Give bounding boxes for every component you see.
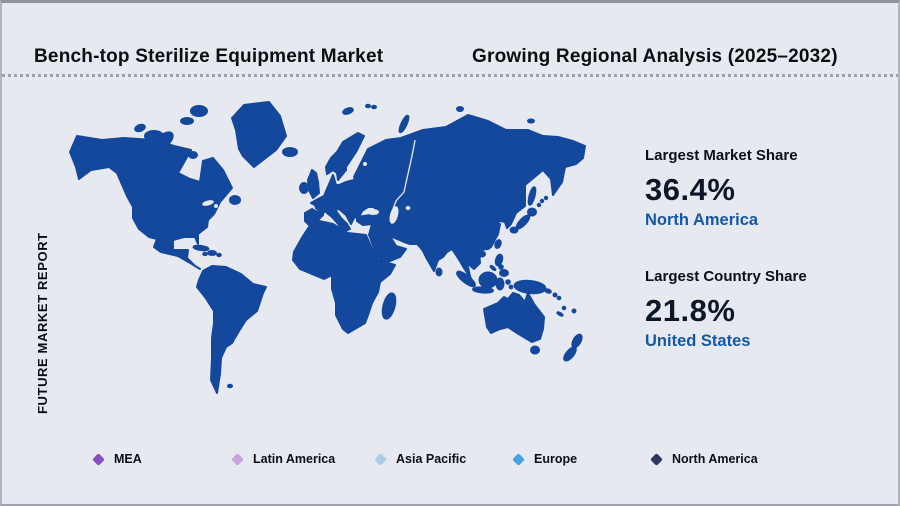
greenland: [231, 101, 287, 168]
legend-swatch-europe: [512, 452, 525, 466]
ireland: [299, 182, 309, 194]
world-map: [69, 101, 586, 394]
stat-region: North America: [645, 211, 759, 229]
legend-swatch-latin-america: [231, 452, 244, 466]
dotted-divider: [2, 74, 898, 77]
sicily: [339, 230, 347, 236]
stat-value: 21.8%: [645, 293, 736, 328]
lake-ladoga: [363, 162, 367, 166]
eurasia: [353, 114, 586, 280]
legend-swatch-mea: [92, 452, 105, 466]
stat-market-share: Largest Market Share 36.4% North America: [645, 146, 895, 230]
legend-swatch-asia-pacific: [374, 452, 387, 466]
page-title: Bench-top Sterilize Equipment Market: [34, 46, 384, 67]
legend-label: Asia Pacific: [396, 452, 467, 466]
legend-label: North America: [672, 452, 758, 466]
stat-label: Largest Market Share: [645, 147, 798, 164]
legend-item-mea: MEA: [92, 451, 142, 467]
stat-label: Largest Country Share: [645, 268, 807, 285]
infographic-root: Bench-top Sterilize Equipment Market Gro…: [0, 0, 900, 506]
stat-region: United States: [645, 332, 751, 350]
new-zealand: [563, 333, 583, 362]
great-lakes-east: [214, 204, 218, 208]
landmasses: [69, 101, 586, 394]
south-america: [196, 265, 267, 394]
legend-item-north-america: North America: [650, 451, 758, 467]
legend: MEA Latin America Asia Pacific Europe No…: [2, 451, 898, 469]
legend-label: MEA: [114, 452, 142, 466]
black-sea: [367, 209, 379, 215]
aral-sea: [405, 206, 411, 210]
united-kingdom: [307, 169, 320, 199]
legend-item-europe: Europe: [512, 451, 578, 467]
legend-item-asia-pacific: Asia Pacific: [374, 451, 467, 467]
australia: [483, 292, 545, 343]
legend-item-latin-america: Latin America: [231, 451, 336, 467]
legend-label: Latin America: [253, 452, 336, 466]
tasmania: [530, 345, 540, 355]
legend-label: Europe: [534, 452, 578, 466]
legend-swatch-north-america: [650, 452, 663, 466]
stat-country-share: Largest Country Share 21.8% United State…: [645, 267, 895, 351]
stat-value: 36.4%: [645, 172, 736, 207]
madagascar: [381, 292, 397, 320]
brand-vertical-text: FUTURE MARKET REPORT: [35, 232, 50, 414]
page-subtitle: Growing Regional Analysis (2025–2032): [472, 46, 838, 67]
